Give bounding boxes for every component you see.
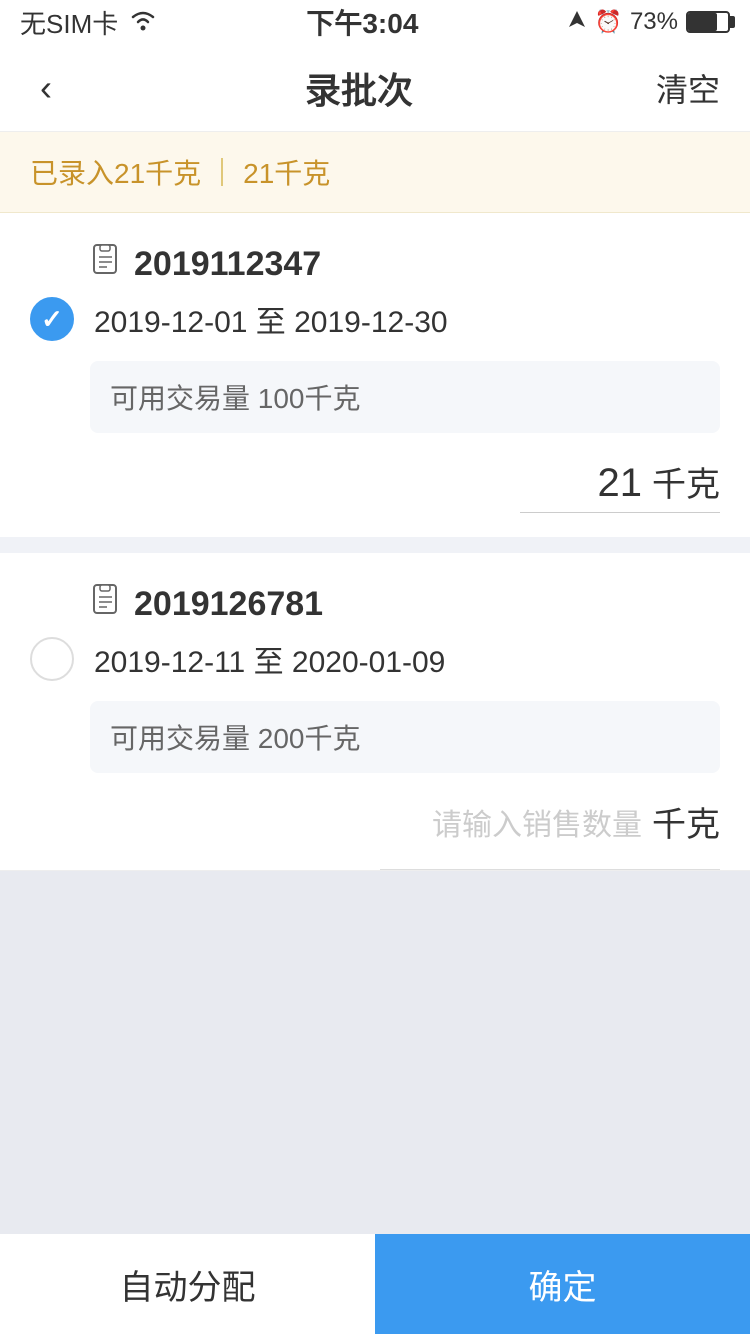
carrier-text: 无SIM卡 <box>20 4 118 41</box>
clear-button[interactable]: 清空 <box>656 65 720 111</box>
page-title: 录批次 <box>305 62 413 114</box>
back-button[interactable]: ‹ <box>30 57 62 119</box>
location-icon <box>567 8 587 36</box>
status-left: 无SIM卡 <box>20 4 158 41</box>
batch2-quantity-input-row[interactable]: 请输入销售数量 千克 <box>0 773 750 871</box>
quantity-input-placeholder: 请输入销售数量 <box>432 800 642 844</box>
batch1-avail: 可用交易量 100千克 <box>90 361 720 433</box>
batch1-quantity-row: 21 千克 <box>0 433 750 537</box>
nav-bar: ‹ 录批次 清空 <box>0 44 750 132</box>
auto-distribute-button[interactable]: 自动分配 <box>0 1234 375 1334</box>
battery-percent: 73% <box>630 8 678 36</box>
input-underline <box>380 869 720 870</box>
batch1-id-row: 2019112347 <box>30 243 720 285</box>
batch-icon-2 <box>90 583 124 625</box>
batch2-quantity-unit: 千克 <box>652 797 720 846</box>
batch-icon-1 <box>90 243 124 285</box>
batch2-card: 2019126781 2019-12-11 至 2020-01-09 可用交易量… <box>0 553 750 773</box>
alarm-icon: ⏰ <box>595 9 622 35</box>
batch2-date: 2019-12-11 至 2020-01-09 <box>94 637 445 681</box>
batch1-card: 2019112347 2019-12-01 至 2019-12-30 可用交易量… <box>0 213 750 433</box>
battery-icon <box>686 11 730 33</box>
batch2-radio[interactable] <box>30 637 74 681</box>
total-weight: 21千克 <box>243 152 330 192</box>
batch1-quantity-unit: 千克 <box>652 457 720 506</box>
wifi-icon <box>128 7 158 38</box>
batch1-quantity-value: 21 <box>598 461 643 506</box>
info-banner: 已录入21千克 21千克 <box>0 132 750 213</box>
batch2-avail: 可用交易量 200千克 <box>90 701 720 773</box>
section-divider-1 <box>0 537 750 553</box>
info-divider <box>221 158 223 186</box>
recorded-weight: 已录入21千克 <box>30 152 201 192</box>
batch2-id: 2019126781 <box>134 585 323 624</box>
batch2-id-row: 2019126781 <box>30 583 720 625</box>
batch1-date: 2019-12-01 至 2019-12-30 <box>94 297 448 341</box>
status-bar: 无SIM卡 下午3:04 ⏰ 73% <box>0 0 750 44</box>
bottom-bar: 自动分配 确定 <box>0 1234 750 1334</box>
time-display: 下午3:04 <box>306 2 418 42</box>
batch1-date-row[interactable]: 2019-12-01 至 2019-12-30 <box>30 297 720 341</box>
batch1-id: 2019112347 <box>134 245 321 284</box>
status-right: ⏰ 73% <box>567 8 730 36</box>
batch2-date-row[interactable]: 2019-12-11 至 2020-01-09 <box>30 637 720 681</box>
batch1-radio[interactable] <box>30 297 74 341</box>
confirm-button[interactable]: 确定 <box>375 1234 750 1334</box>
